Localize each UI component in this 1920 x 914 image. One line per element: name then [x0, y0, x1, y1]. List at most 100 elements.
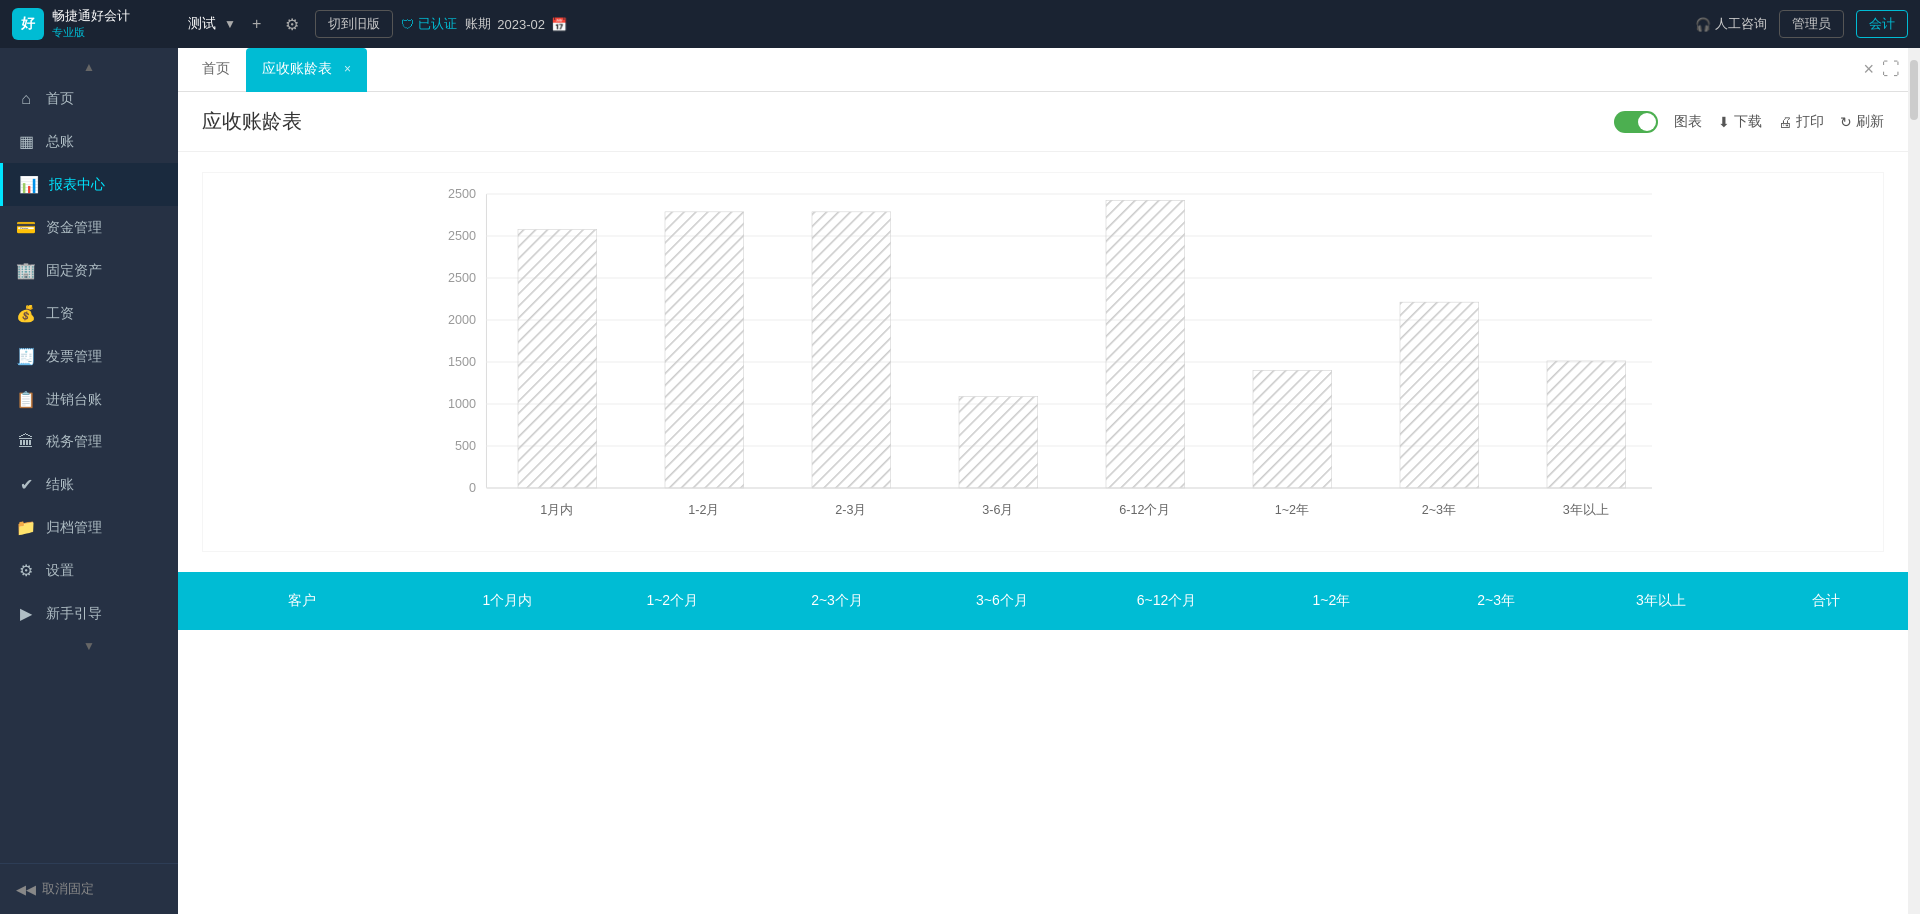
tab-close-icon[interactable]: ×	[344, 62, 351, 76]
tab-active-label: 应收账龄表	[262, 60, 332, 78]
sidebar-item-report[interactable]: 📊 报表中心	[0, 163, 178, 206]
sidebar-label-report: 报表中心	[49, 176, 105, 194]
svg-text:500: 500	[455, 439, 476, 453]
print-label: 打印	[1796, 113, 1824, 131]
tab-receivable-aging[interactable]: 应收账龄表 ×	[246, 48, 367, 92]
tab-actions: × ⛶	[1863, 59, 1900, 80]
tab-home-label: 首页	[202, 60, 230, 78]
header-middle: 测试 ▼ + ⚙ 切到旧版 🛡 已认证 账期 2023-02 📅	[172, 10, 1695, 38]
refresh-button[interactable]: ↻ 刷新	[1840, 113, 1884, 131]
page-content: 应收账龄表 图表 ⬇ 下载 🖨 打印	[178, 92, 1908, 914]
bar-2-3年	[1400, 302, 1479, 488]
bar-chart: 2500 2500 2500 2000 1500 1000 500 0	[203, 173, 1883, 551]
svg-text:1500: 1500	[448, 355, 476, 369]
main-layout: ▲ ⌂ 首页 ▦ 总账 📊 报表中心 💳 资金管理 🏢 固定资产	[0, 48, 1920, 914]
settings-icon[interactable]: ⚙	[277, 11, 307, 38]
print-button[interactable]: 🖨 打印	[1778, 113, 1824, 131]
assets-icon: 🏢	[16, 261, 36, 280]
scroll-up-button[interactable]: ▲	[0, 56, 178, 78]
add-button[interactable]: +	[244, 11, 269, 37]
svg-text:1000: 1000	[448, 397, 476, 411]
fund-icon: 💳	[16, 218, 36, 237]
print-icon: 🖨	[1778, 114, 1792, 130]
sidebar-item-salary[interactable]: 💰 工资	[0, 292, 178, 335]
sidebar-item-guide[interactable]: ▶ 新手引导	[0, 592, 178, 635]
sidebar-label-archive: 归档管理	[46, 519, 102, 537]
sidebar-item-invoice[interactable]: 🧾 发票管理	[0, 335, 178, 378]
calendar-icon[interactable]: 📅	[551, 17, 567, 32]
logo-sub: 专业版	[52, 25, 130, 40]
archive-icon: 📁	[16, 518, 36, 537]
logo-area: 好 畅捷通好会计 专业版	[12, 8, 172, 40]
svg-text:2-3月: 2-3月	[835, 503, 866, 517]
col-2-3year: 2~3年	[1414, 572, 1579, 630]
sidebar-scroll: ▲ ⌂ 首页 ▦ 总账 📊 报表中心 💳 资金管理 🏢 固定资产	[0, 48, 178, 863]
expand-window-button[interactable]: ⛶	[1882, 59, 1900, 80]
verified-label: 已认证	[418, 15, 457, 33]
chart-label: 图表	[1674, 113, 1702, 131]
salary-icon: 💰	[16, 304, 36, 323]
accountant-button[interactable]: 会计	[1856, 10, 1908, 38]
admin-button[interactable]: 管理员	[1779, 10, 1844, 38]
col-3-6month: 3~6个月	[919, 572, 1084, 630]
period-value: 2023-02	[497, 17, 545, 32]
report-actions: 图表 ⬇ 下载 🖨 打印 ↻ 刷新	[1614, 111, 1884, 133]
svg-text:2000: 2000	[448, 313, 476, 327]
sidebar-item-settings[interactable]: ⚙ 设置	[0, 549, 178, 592]
guide-icon: ▶	[16, 604, 36, 623]
bar-1-2年	[1253, 370, 1332, 488]
download-button[interactable]: ⬇ 下载	[1718, 113, 1762, 131]
col-customer: 客户	[178, 572, 425, 630]
cancel-fixed-label: 取消固定	[42, 880, 94, 898]
sidebar-label-purchase: 进销台账	[46, 391, 102, 409]
col-3plus-year: 3年以上	[1578, 572, 1743, 630]
shield-icon: 🛡	[401, 17, 414, 32]
sidebar-item-purchase[interactable]: 📋 进销台账	[0, 378, 178, 421]
sidebar-label-tax: 税务管理	[46, 433, 102, 451]
sidebar-item-fund[interactable]: 💳 资金管理	[0, 206, 178, 249]
consult-label: 人工咨询	[1715, 15, 1767, 33]
purchase-icon: 📋	[16, 390, 36, 409]
col-1-2month: 1~2个月	[590, 572, 755, 630]
sidebar-item-tax[interactable]: 🏛 税务管理	[0, 421, 178, 463]
sidebar-label-close: 结账	[46, 476, 74, 494]
table-area: 客户 1个月内 1~2个月 2~3个月 3~6个月 6~12个月 1~2年 2~…	[178, 572, 1908, 630]
consult-button[interactable]: 🎧 人工咨询	[1695, 15, 1767, 33]
home-icon: ⌂	[16, 90, 36, 108]
period-label: 账期	[465, 15, 491, 33]
bar-3年以上	[1547, 361, 1626, 488]
svg-text:1-2月: 1-2月	[688, 503, 719, 517]
switch-version-button[interactable]: 切到旧版	[315, 10, 393, 38]
sidebar-item-ledger[interactable]: ▦ 总账	[0, 120, 178, 163]
headset-icon: 🎧	[1695, 17, 1711, 32]
settings-icon: ⚙	[16, 561, 36, 580]
toggle-slider[interactable]	[1614, 111, 1658, 133]
download-icon: ⬇	[1718, 114, 1730, 130]
sidebar-item-home[interactable]: ⌂ 首页	[0, 78, 178, 120]
bar-1-2月	[665, 212, 744, 488]
table-header: 客户 1个月内 1~2个月 2~3个月 3~6个月 6~12个月 1~2年 2~…	[178, 572, 1908, 630]
close-window-button[interactable]: ×	[1863, 59, 1874, 80]
sidebar-item-close[interactable]: ✔ 结账	[0, 463, 178, 506]
svg-text:2500: 2500	[448, 271, 476, 285]
scroll-down-button[interactable]: ▼	[0, 635, 178, 657]
sidebar-item-archive[interactable]: 📁 归档管理	[0, 506, 178, 549]
bar-2-3月	[812, 212, 891, 488]
pin-icon: ◀◀	[16, 882, 36, 897]
svg-text:2~3年: 2~3年	[1422, 503, 1456, 517]
report-header: 应收账龄表 图表 ⬇ 下载 🖨 打印	[178, 92, 1908, 152]
top-header: 好 畅捷通好会计 专业版 测试 ▼ + ⚙ 切到旧版 🛡 已认证 账期 2023…	[0, 0, 1920, 48]
logo-text: 畅捷通好会计	[52, 8, 130, 25]
tab-home[interactable]: 首页	[186, 48, 246, 92]
col-2-3month: 2~3个月	[755, 572, 920, 630]
scrollbar-thumb[interactable]	[1910, 60, 1918, 120]
company-name: 测试	[188, 15, 216, 33]
report-icon: 📊	[19, 175, 39, 194]
sidebar-item-assets[interactable]: 🏢 固定资产	[0, 249, 178, 292]
svg-text:3年以上: 3年以上	[1563, 503, 1609, 517]
scrollbar[interactable]	[1908, 48, 1920, 914]
cancel-fixed-button[interactable]: ◀◀ 取消固定	[0, 872, 178, 906]
company-dropdown-icon[interactable]: ▼	[224, 17, 236, 31]
download-label: 下载	[1734, 113, 1762, 131]
chart-toggle[interactable]	[1614, 111, 1658, 133]
